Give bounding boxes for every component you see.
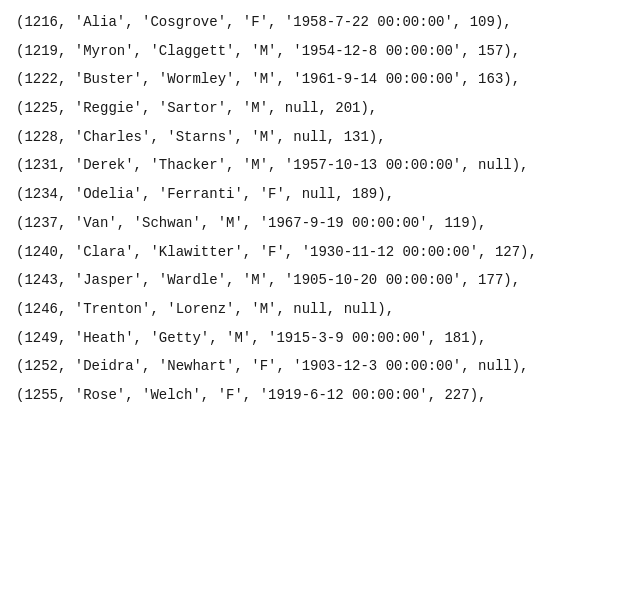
list-item: (1225, 'Reggie', 'Sartor', 'M', null, 20… [16, 96, 612, 121]
list-item: (1231, 'Derek', 'Thacker', 'M', '1957-10… [16, 153, 612, 178]
list-item: (1252, 'Deidra', 'Newhart', 'F', '1903-1… [16, 354, 612, 379]
list-item: (1228, 'Charles', 'Starns', 'M', null, 1… [16, 125, 612, 150]
list-item: (1219, 'Myron', 'Claggett', 'M', '1954-1… [16, 39, 612, 64]
list-item: (1240, 'Clara', 'Klawitter', 'F', '1930-… [16, 240, 612, 265]
code-output: (1216, 'Alia', 'Cosgrove', 'F', '1958-7-… [16, 10, 612, 407]
list-item: (1234, 'Odelia', 'Ferranti', 'F', null, … [16, 182, 612, 207]
list-item: (1243, 'Jasper', 'Wardle', 'M', '1905-10… [16, 268, 612, 293]
list-item: (1246, 'Trenton', 'Lorenz', 'M', null, n… [16, 297, 612, 322]
list-item: (1216, 'Alia', 'Cosgrove', 'F', '1958-7-… [16, 10, 612, 35]
list-item: (1255, 'Rose', 'Welch', 'F', '1919-6-12 … [16, 383, 612, 408]
list-item: (1222, 'Buster', 'Wormley', 'M', '1961-9… [16, 67, 612, 92]
list-item: (1237, 'Van', 'Schwan', 'M', '1967-9-19 … [16, 211, 612, 236]
list-item: (1249, 'Heath', 'Getty', 'M', '1915-3-9 … [16, 326, 612, 351]
